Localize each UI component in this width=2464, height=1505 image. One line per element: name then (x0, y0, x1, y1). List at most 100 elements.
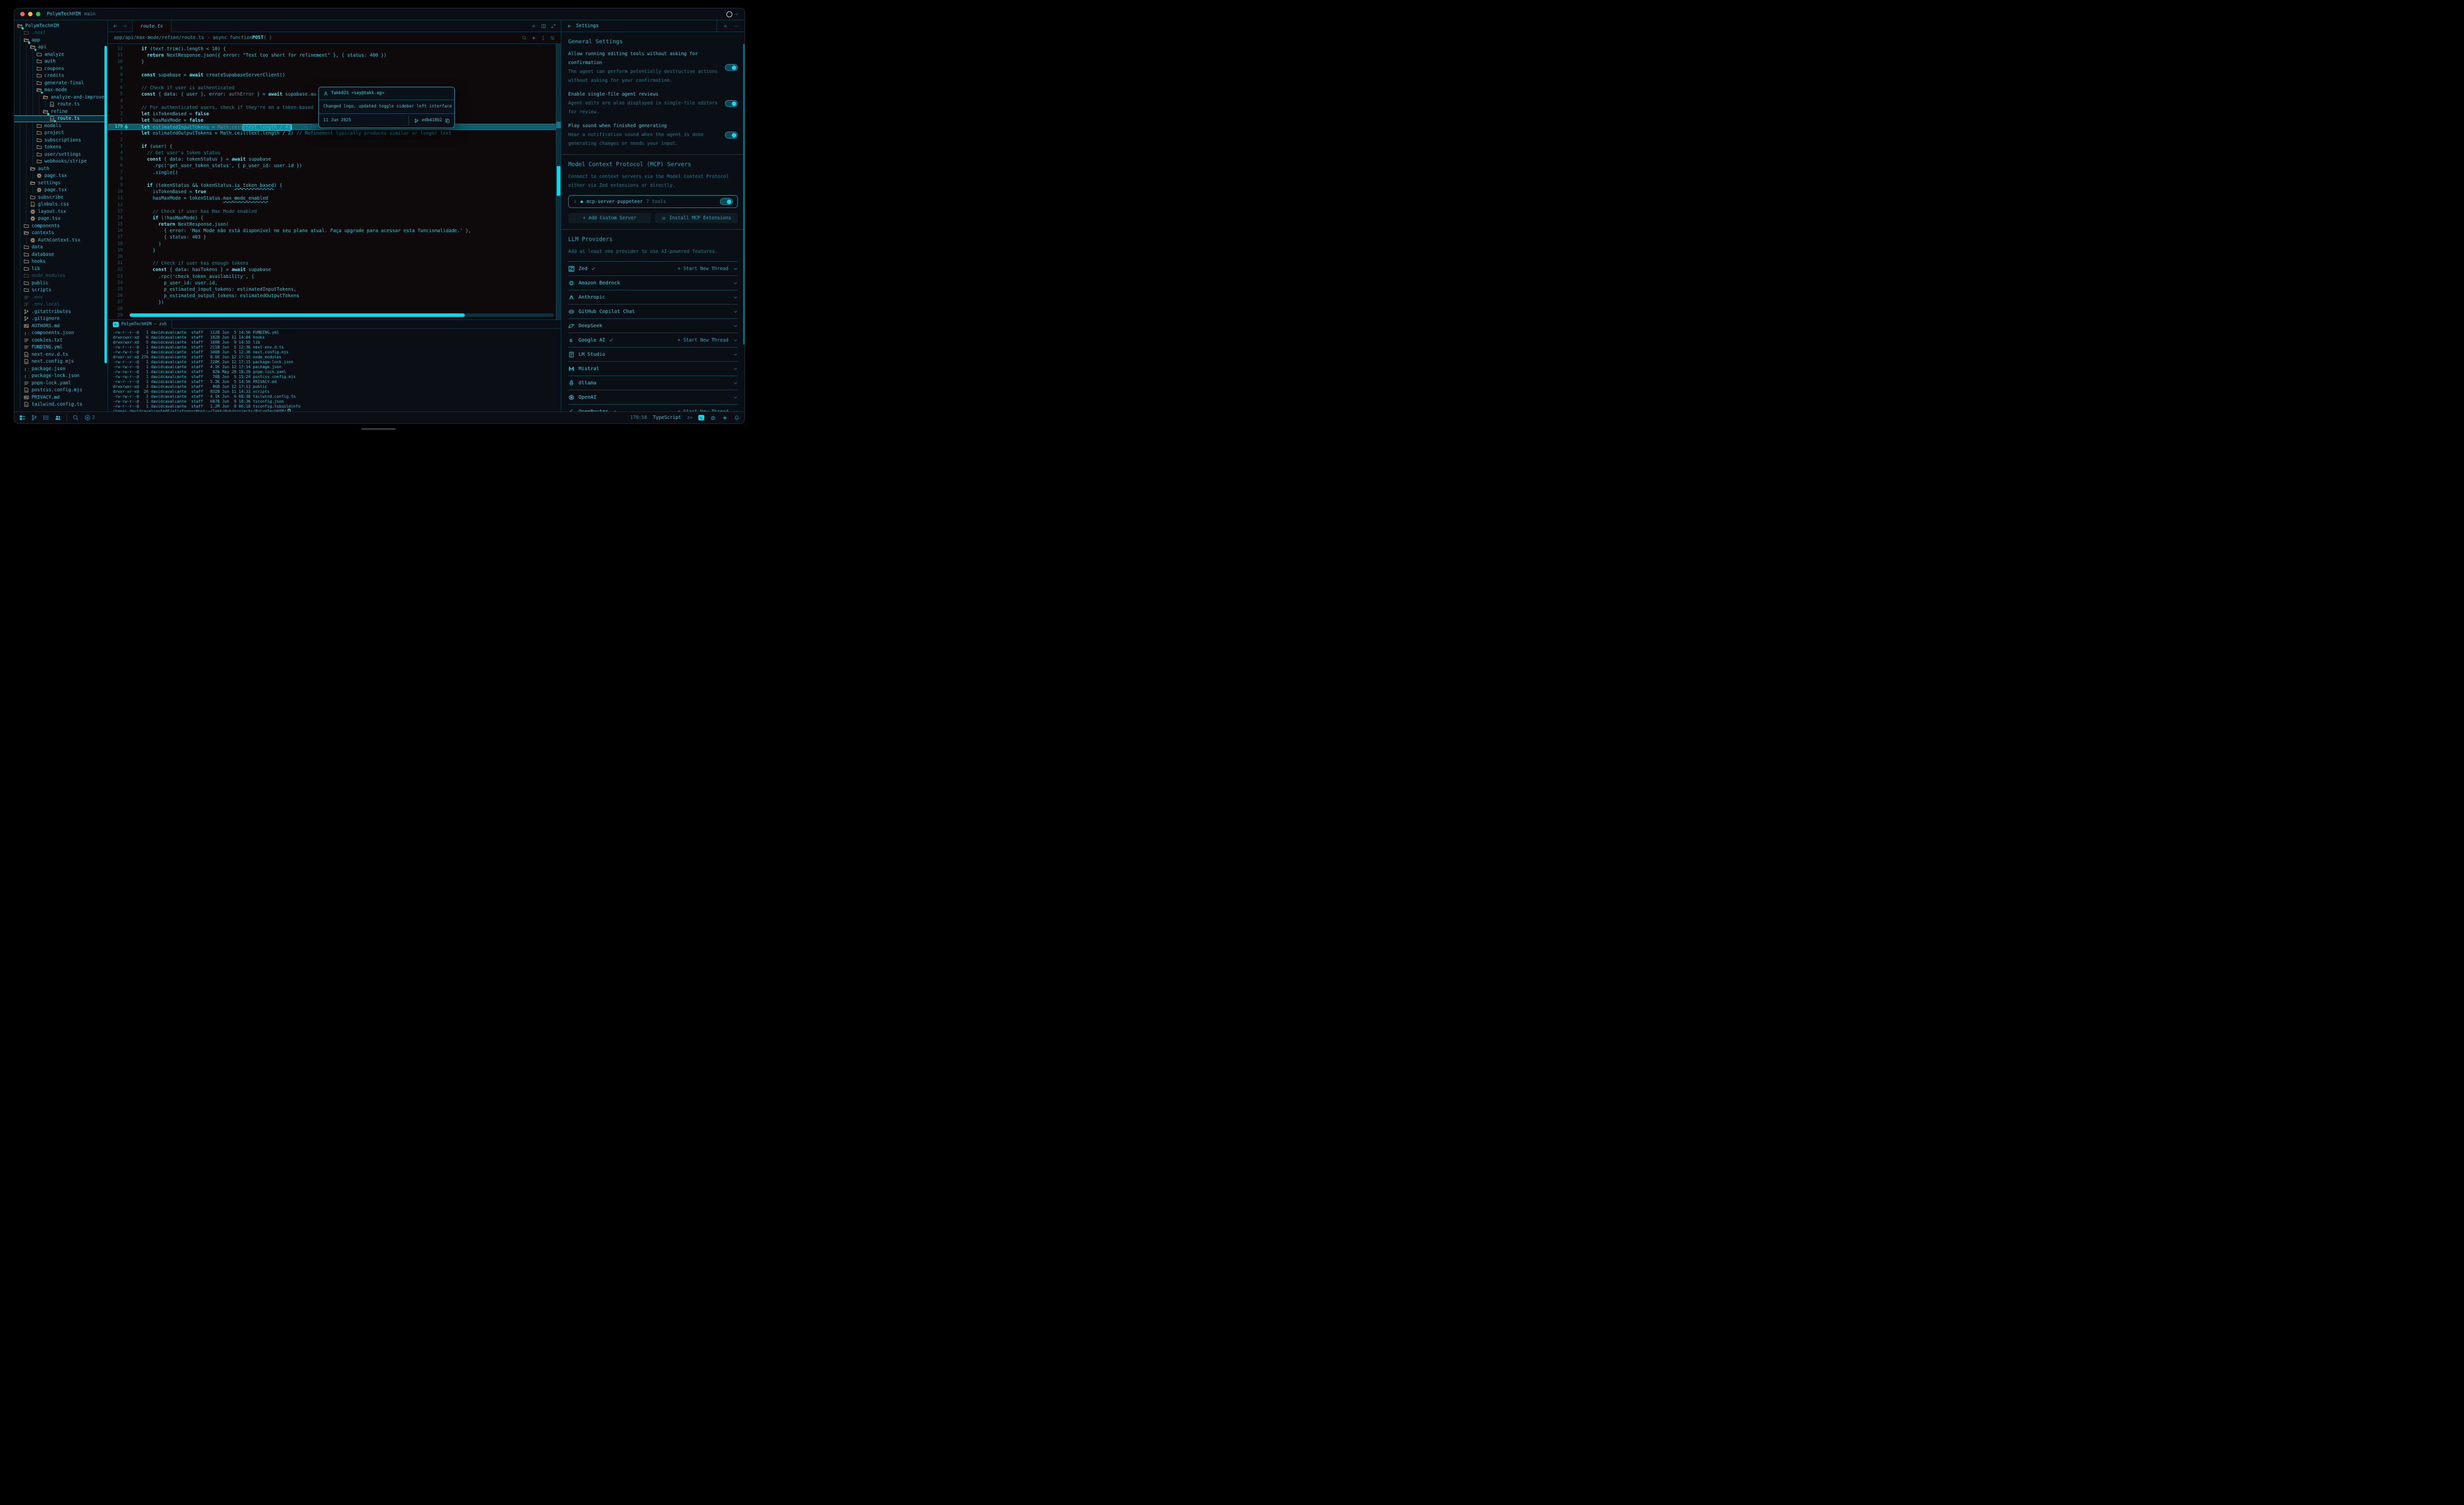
setting-toggle[interactable] (725, 132, 738, 138)
tree-item-subscriptions[interactable]: subscriptions (14, 137, 107, 144)
tree-item-tailwind.config.ts[interactable]: TS tailwind.config.ts (14, 401, 107, 408)
tree-item-authcontext.tsx[interactable]: AuthContext.tsx (14, 237, 107, 244)
tree-item-cookies.txt[interactable]: cookies.txt (14, 337, 107, 344)
provider-openrouter[interactable]: OpenRouter + Start New Thread (568, 404, 738, 411)
tree-item-app[interactable]: app (14, 36, 107, 44)
start-new-thread-link[interactable]: + Start New Thread (678, 338, 728, 343)
tree-item-page.tsx[interactable]: page.tsx (14, 186, 107, 194)
tree-item-package-lock.json[interactable]: { }package-lock.json (14, 372, 107, 379)
git-branch-label[interactable]: main (84, 11, 96, 17)
project-title[interactable]: PolymTechHIM (47, 11, 81, 17)
tree-item-data[interactable]: data (14, 243, 107, 251)
new-thread-icon[interactable] (723, 24, 728, 29)
provider-openai[interactable]: OpenAI (568, 390, 738, 404)
back-icon[interactable] (113, 24, 118, 29)
tree-item-authors.md[interactable]: AUTHORS.md (14, 322, 107, 330)
provider-lm-studio[interactable]: LM Studio (568, 347, 738, 361)
tree-item-settings[interactable]: settings (14, 179, 107, 187)
editor-settings-icon[interactable] (550, 35, 555, 40)
tree-item-globals.css[interactable]: css globals.css (14, 201, 107, 208)
user-menu-chevron-icon[interactable] (735, 12, 739, 16)
tree-item-user-settings[interactable]: user/settings (14, 151, 107, 158)
provider-mistral[interactable]: Mistral (568, 361, 738, 376)
mcp-server-toggle[interactable] (720, 198, 733, 205)
tree-item-refine[interactable]: refine (14, 108, 107, 115)
start-new-thread-link[interactable]: + Start New Thread (678, 409, 728, 412)
chevron-down-icon[interactable] (733, 395, 738, 400)
tree-item-max-mode[interactable]: max-mode (14, 86, 107, 94)
tree-item-analyze[interactable]: analyze (14, 51, 107, 58)
tree-item-layout.tsx[interactable]: layout.tsx (14, 208, 107, 215)
settings-scrollbar[interactable] (743, 44, 745, 344)
search-statusbar-button[interactable] (72, 414, 79, 421)
tree-item-.next[interactable]: .next (14, 29, 107, 36)
provider-github-copilot-chat[interactable]: GitHub Copilot Chat (568, 304, 738, 318)
edit-mode-icon[interactable] (541, 35, 546, 40)
setting-toggle[interactable] (725, 64, 738, 71)
tree-item-.gitattributes[interactable]: .gitattributes (14, 308, 107, 315)
tree-item-pnpm-lock.yaml[interactable]: pnpm-lock.yaml (14, 379, 107, 387)
tree-item-project[interactable]: project (14, 129, 107, 137)
forward-icon[interactable] (122, 24, 127, 29)
breadcrumb-path[interactable]: app/api/max-mode/refine/route.ts (114, 35, 204, 40)
mcp-server-row[interactable]: mcp-server-puppeteer 7 tools (568, 195, 738, 208)
buffer-search-icon[interactable] (522, 35, 527, 40)
tree-item-components[interactable]: components (14, 222, 107, 230)
tree-item-next-env.d.ts[interactable]: TS next-env.d.ts (14, 351, 107, 358)
tree-item-coupons[interactable]: coupons (14, 65, 107, 72)
maximize-pane-icon[interactable] (551, 24, 556, 29)
code-editor[interactable]: 12 if (text.trim().length < 10) {11 retu… (108, 44, 561, 319)
chevron-down-icon[interactable] (733, 295, 738, 300)
chevron-down-icon[interactable] (733, 410, 738, 411)
start-new-thread-link[interactable]: + Start New Thread (678, 266, 728, 272)
error-statusbar-button[interactable]: 2 (84, 414, 95, 421)
inline-assist-icon[interactable] (531, 35, 536, 40)
terminal-tab[interactable]: PolymTechHIM — zsh (108, 320, 172, 329)
user-avatar[interactable] (726, 11, 732, 17)
tree-item-credits[interactable]: credits (14, 72, 107, 79)
provider-google-ai[interactable]: G Google AI + Start New Thread (568, 333, 738, 347)
install-mcp-extensions-button[interactable]: Install MCP Extensions (655, 213, 738, 223)
zoom-window-button[interactable] (36, 12, 40, 16)
tree-item-privacy.md[interactable]: PRIVACY.md (14, 394, 107, 401)
tree-item-package.json[interactable]: { }package.json (14, 365, 107, 373)
edit-prediction-icon[interactable]: z» (687, 415, 692, 420)
horizontal-scrollbar[interactable] (130, 313, 554, 317)
tree-item-components.json[interactable]: { }components.json (14, 329, 107, 337)
tree-item-lib[interactable]: lib (14, 265, 107, 273)
tree-item-hooks[interactable]: hooks (14, 258, 107, 265)
setting-toggle[interactable] (725, 100, 738, 107)
tree-item-models[interactable]: models (14, 122, 107, 130)
notifications-icon[interactable] (734, 415, 740, 421)
tree-item-subscribe[interactable]: subscribe (14, 194, 107, 201)
commit-hash[interactable]: edb418b2 (422, 117, 442, 124)
assistant-icon[interactable] (722, 415, 728, 421)
chevron-down-icon[interactable] (733, 281, 738, 285)
chevron-down-icon[interactable] (733, 381, 738, 385)
provider-zed[interactable]: Zed + Start New Thread (568, 261, 738, 275)
tree-item-generate-final[interactable]: generate-final (14, 79, 107, 87)
project-panel-scrollbar[interactable] (104, 46, 107, 363)
tree-item-public[interactable]: public (14, 279, 107, 287)
chevron-down-icon[interactable] (733, 324, 738, 328)
tree-item-database[interactable]: database (14, 251, 107, 258)
chevron-down-icon[interactable] (733, 367, 738, 371)
tree-item-route.ts[interactable]: TS route.ts (14, 101, 107, 108)
panel-menu-icon[interactable] (734, 24, 739, 29)
provider-amazon-bedrock[interactable]: Amazon Bedrock (568, 275, 738, 290)
tree-item-.env.local[interactable]: .env.local (14, 301, 107, 308)
provider-anthropic[interactable]: Anthropic (568, 290, 738, 304)
tree-item-webhooks-stripe[interactable]: webhooks/stripe (14, 158, 107, 165)
chevron-down-icon[interactable] (733, 309, 738, 314)
language-selector[interactable]: TypeScript (653, 415, 681, 420)
chevron-down-icon[interactable] (733, 267, 738, 271)
tree-item-.gitignore[interactable]: .gitignore (14, 315, 107, 322)
tree-item-page.tsx[interactable]: page.tsx (14, 215, 107, 222)
tree-item-auth[interactable]: auth (14, 58, 107, 65)
tree-item-.env[interactable]: .env (14, 294, 107, 301)
expand-server-icon[interactable] (573, 200, 577, 204)
tree-item-polymtechhim[interactable]: PolymTechHIM (14, 22, 107, 30)
tree-item-postcss.config.mjs[interactable]: JS postcss.config.mjs (14, 386, 107, 394)
tree-item-route.ts[interactable]: TS ✱ route.ts (14, 115, 107, 123)
tree-item-auth[interactable]: auth (14, 165, 107, 172)
